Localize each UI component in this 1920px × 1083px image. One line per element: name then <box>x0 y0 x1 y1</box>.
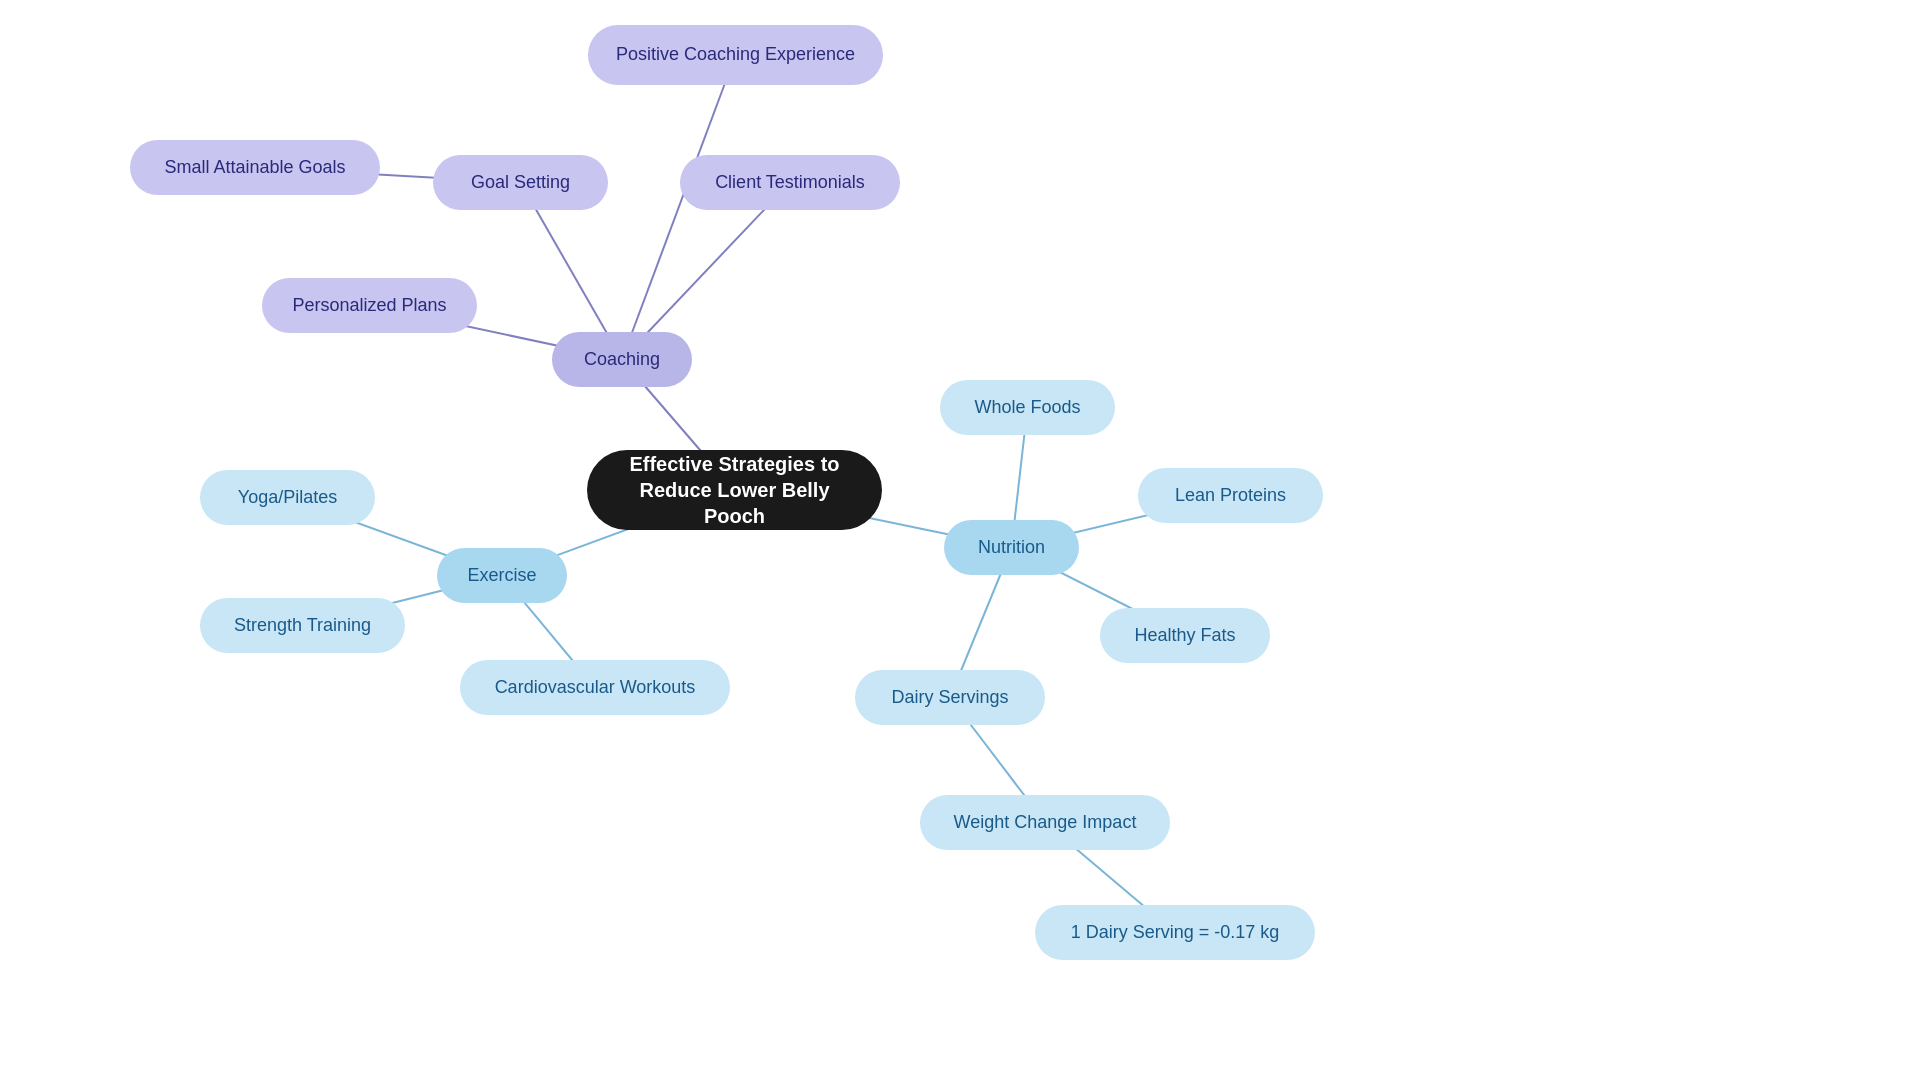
personalized-plans-label: Personalized Plans <box>292 294 446 317</box>
healthy-fats-node[interactable]: Healthy Fats <box>1100 608 1270 663</box>
positive-coaching-node[interactable]: Positive Coaching Experience <box>588 25 883 85</box>
cardiovascular-workouts-node[interactable]: Cardiovascular Workouts <box>460 660 730 715</box>
client-testimonials-label: Client Testimonials <box>715 171 865 194</box>
small-attainable-goals-label: Small Attainable Goals <box>164 156 345 179</box>
whole-foods-label: Whole Foods <box>974 396 1080 419</box>
nutrition-node[interactable]: Nutrition <box>944 520 1079 575</box>
dairy-servings-label: Dairy Servings <box>891 686 1008 709</box>
center-node: Effective Strategies to Reduce Lower Bel… <box>587 450 882 530</box>
dairy-servings-node[interactable]: Dairy Servings <box>855 670 1045 725</box>
weight-change-impact-node[interactable]: Weight Change Impact <box>920 795 1170 850</box>
yoga-pilates-label: Yoga/Pilates <box>238 486 337 509</box>
positive-coaching-label: Positive Coaching Experience <box>616 43 855 66</box>
personalized-plans-node[interactable]: Personalized Plans <box>262 278 477 333</box>
lean-proteins-label: Lean Proteins <box>1175 484 1286 507</box>
lean-proteins-node[interactable]: Lean Proteins <box>1138 468 1323 523</box>
whole-foods-node[interactable]: Whole Foods <box>940 380 1115 435</box>
goal-setting-label: Goal Setting <box>471 171 570 194</box>
exercise-node[interactable]: Exercise <box>437 548 567 603</box>
yoga-pilates-node[interactable]: Yoga/Pilates <box>200 470 375 525</box>
one-dairy-serving-label: 1 Dairy Serving = -0.17 kg <box>1071 921 1280 944</box>
weight-change-impact-label: Weight Change Impact <box>954 811 1137 834</box>
coaching-label: Coaching <box>584 348 660 371</box>
coaching-node[interactable]: Coaching <box>552 332 692 387</box>
healthy-fats-label: Healthy Fats <box>1134 624 1235 647</box>
goal-setting-node[interactable]: Goal Setting <box>433 155 608 210</box>
small-attainable-goals-node[interactable]: Small Attainable Goals <box>130 140 380 195</box>
one-dairy-serving-node[interactable]: 1 Dairy Serving = -0.17 kg <box>1035 905 1315 960</box>
strength-training-node[interactable]: Strength Training <box>200 598 405 653</box>
exercise-label: Exercise <box>467 564 536 587</box>
nutrition-label: Nutrition <box>978 536 1045 559</box>
client-testimonials-node[interactable]: Client Testimonials <box>680 155 900 210</box>
cardiovascular-workouts-label: Cardiovascular Workouts <box>495 676 696 699</box>
center-label: Effective Strategies to Reduce Lower Bel… <box>611 451 858 529</box>
strength-training-label: Strength Training <box>234 614 371 637</box>
